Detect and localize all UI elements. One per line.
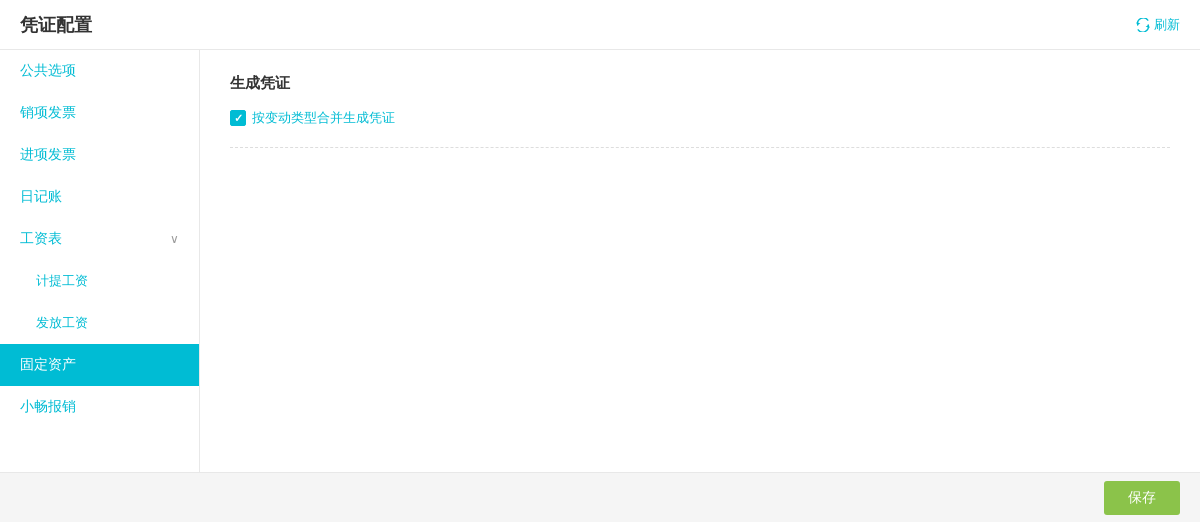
main-layout: 公共选项 销项发票 进项发票 日记账 工资表 ∨ 计提工资 发放工资 固定资产 … <box>0 50 1200 472</box>
section-divider <box>230 147 1170 148</box>
sidebar-label-payroll-table: 工资表 <box>20 230 62 248</box>
sidebar-label-public-options: 公共选项 <box>20 62 76 80</box>
merge-by-type-checkbox[interactable]: 按变动类型合并生成凭证 <box>230 109 395 127</box>
chevron-down-icon: ∨ <box>170 232 179 246</box>
refresh-label: 刷新 <box>1154 16 1180 34</box>
page-header: 凭证配置 刷新 <box>0 0 1200 50</box>
sidebar: 公共选项 销项发票 进项发票 日记账 工资表 ∨ 计提工资 发放工资 固定资产 … <box>0 50 200 472</box>
sidebar-item-public-options[interactable]: 公共选项 <box>0 50 199 92</box>
section-title: 生成凭证 <box>230 74 1170 93</box>
sidebar-item-pay-salary[interactable]: 发放工资 <box>0 302 199 344</box>
sidebar-label-fixed-assets: 固定资产 <box>20 356 76 374</box>
save-button[interactable]: 保存 <box>1104 481 1180 515</box>
checkbox-box <box>230 110 246 126</box>
sidebar-label-pay-salary: 发放工资 <box>36 314 88 332</box>
refresh-icon <box>1136 18 1150 32</box>
sidebar-label-journal: 日记账 <box>20 188 62 206</box>
sidebar-item-sales-invoice[interactable]: 销项发票 <box>0 92 199 134</box>
refresh-button[interactable]: 刷新 <box>1136 16 1180 34</box>
sidebar-label-purchase-invoice: 进项发票 <box>20 146 76 164</box>
sidebar-item-purchase-invoice[interactable]: 进项发票 <box>0 134 199 176</box>
content-area: 生成凭证 按变动类型合并生成凭证 <box>200 50 1200 472</box>
page-title: 凭证配置 <box>20 13 92 37</box>
sidebar-item-expense-report[interactable]: 小畅报销 <box>0 386 199 428</box>
sidebar-item-fixed-assets[interactable]: 固定资产 <box>0 344 199 386</box>
sidebar-item-calc-salary[interactable]: 计提工资 <box>0 260 199 302</box>
sidebar-item-payroll-table[interactable]: 工资表 ∨ <box>0 218 199 260</box>
sidebar-label-expense-report: 小畅报销 <box>20 398 76 416</box>
sidebar-item-journal[interactable]: 日记账 <box>0 176 199 218</box>
checkbox-row: 按变动类型合并生成凭证 <box>230 109 1170 127</box>
checkbox-label: 按变动类型合并生成凭证 <box>252 109 395 127</box>
page-footer: 保存 <box>0 472 1200 522</box>
sidebar-label-sales-invoice: 销项发票 <box>20 104 76 122</box>
sidebar-label-calc-salary: 计提工资 <box>36 272 88 290</box>
